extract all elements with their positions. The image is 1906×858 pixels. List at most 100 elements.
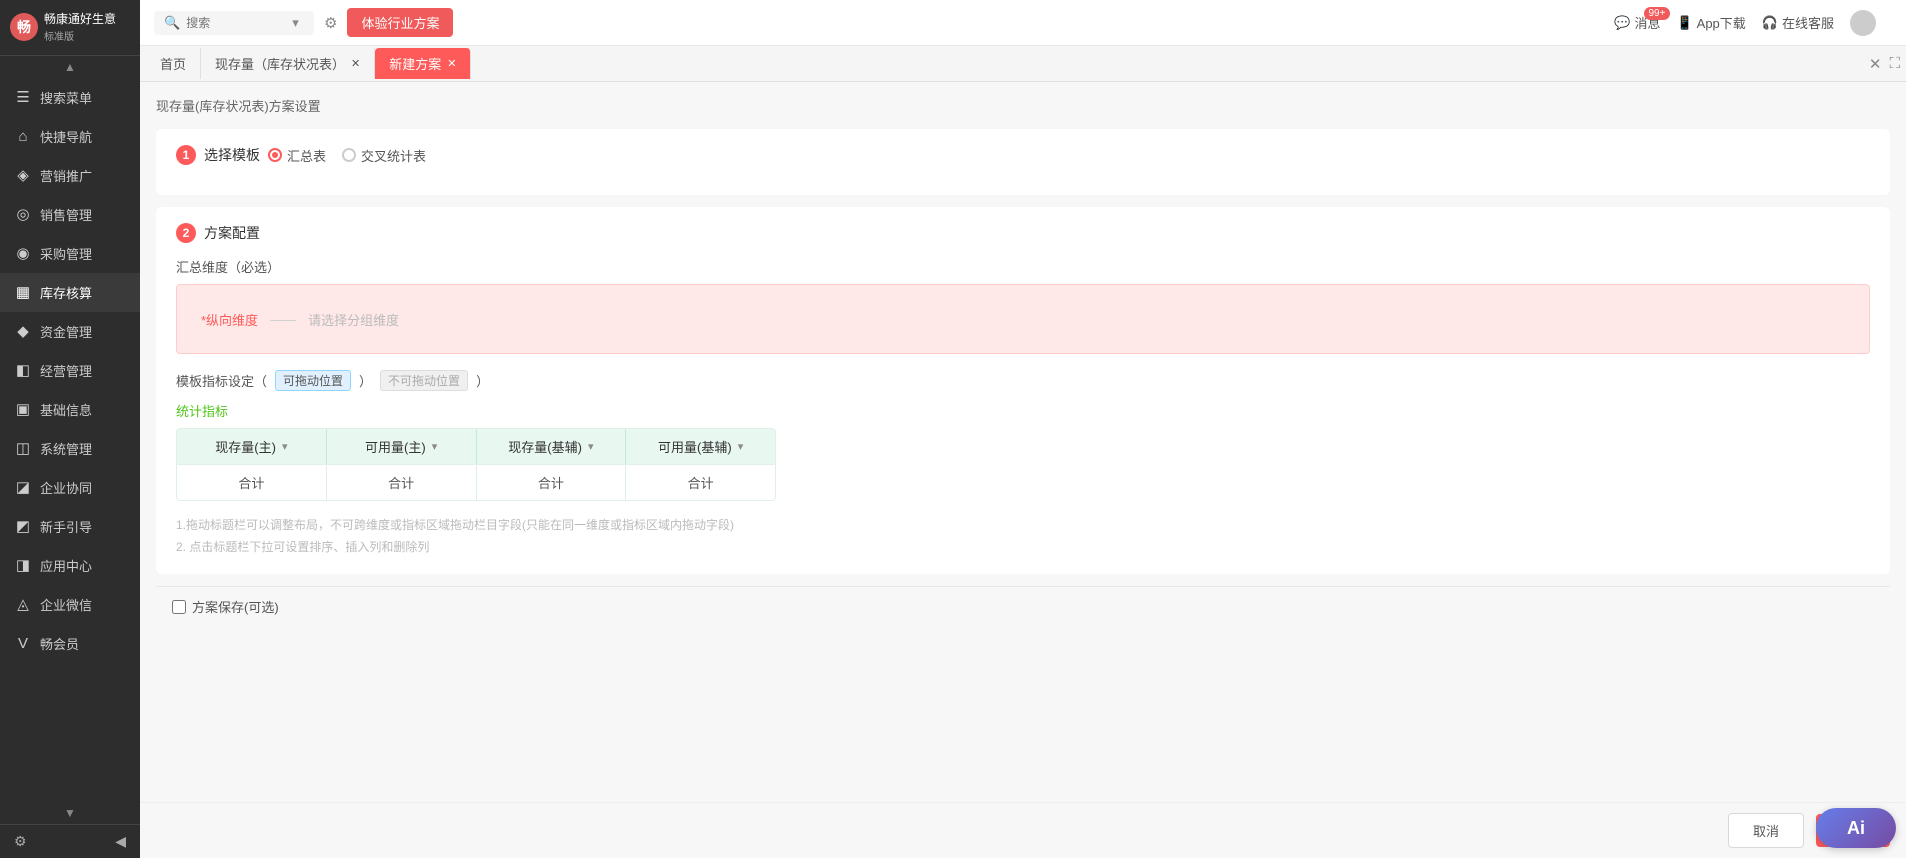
- save-option[interactable]: 方案保存(可选): [172, 597, 279, 616]
- management-icon: ◧: [14, 361, 32, 379]
- gear-icon[interactable]: ⚙: [324, 14, 337, 32]
- metrics-data-row: 合计 合计 合计 合计: [177, 464, 775, 500]
- online-service-btn[interactable]: 🎧 在线客服: [1762, 13, 1834, 32]
- trial-btn[interactable]: 体验行业方案: [347, 8, 453, 37]
- sidebar-item-enterprise[interactable]: ◪ 企业协同: [0, 468, 140, 507]
- section-step1: 1 选择模板 汇总表 交叉统计表: [156, 129, 1890, 195]
- sidebar-nav: ☰ 搜索菜单 ⌂ 快捷导航 ◈ 营销推广 ◎ 销售管理 ◉ 采购管理 ▦ 库存核…: [0, 78, 140, 802]
- sidebar-scroll-down[interactable]: ▼: [0, 802, 140, 824]
- search-input[interactable]: [186, 16, 286, 30]
- avatar[interactable]: [1850, 10, 1876, 36]
- dimension-placeholder: 请选择分组维度: [308, 310, 399, 329]
- phone-icon: 📱: [1676, 15, 1692, 31]
- guide-icon: ◩: [14, 517, 32, 535]
- col0-chevron[interactable]: ▾: [282, 440, 288, 453]
- sidebar-item-label: 库存核算: [40, 283, 92, 302]
- search-box[interactable]: 🔍 ▾: [154, 11, 314, 35]
- sidebar-item-member[interactable]: V 畅会员: [0, 624, 140, 663]
- metrics-table: 现存量(主) ▾ 可用量(主) ▾ 现存量(基辅) ▾ 可用量(基辅): [176, 428, 776, 501]
- tab-home[interactable]: 首页: [146, 48, 201, 79]
- sidebar-item-purchase[interactable]: ◉ 采购管理: [0, 234, 140, 273]
- inventory-icon: ▦: [14, 283, 32, 301]
- metrics-data-2: 合计: [477, 465, 627, 500]
- sidebar: 畅 畅康通好生意 标准版 ▲ ☰ 搜索菜单 ⌂ 快捷导航 ◈ 营销推广 ◎ 销售…: [0, 0, 140, 858]
- search-icon: 🔍: [164, 15, 180, 31]
- sidebar-item-system[interactable]: ◫ 系统管理: [0, 429, 140, 468]
- tab-new-scheme[interactable]: 新建方案 ✕: [375, 48, 471, 79]
- message-badge: 99+: [1644, 7, 1671, 20]
- sidebar-item-label: 企业微信: [40, 595, 92, 614]
- page-title: 现存量(库存状况表)方案设置: [156, 96, 1890, 115]
- tab-inventory-close[interactable]: ✕: [351, 57, 360, 70]
- tab-new-close[interactable]: ✕: [447, 57, 456, 70]
- metrics-setting-label: 模板指标设定（ 可拖动位置 ） 不可拖动位置 ）: [176, 370, 1870, 391]
- sidebar-item-label: 搜索菜单: [40, 88, 92, 107]
- sidebar-item-label: 新手引导: [40, 517, 92, 536]
- metrics-section: 模板指标设定（ 可拖动位置 ） 不可拖动位置 ） 统计指标 现存量(主) ▾ 可: [176, 370, 1870, 501]
- metrics-col-2[interactable]: 现存量(基辅) ▾: [477, 429, 627, 464]
- sidebar-item-label: 销售管理: [40, 205, 92, 224]
- sidebar-item-label: 企业协同: [40, 478, 92, 497]
- save-checkbox[interactable]: [172, 600, 186, 614]
- radio-summary[interactable]: 汇总表: [268, 146, 326, 165]
- cancel-button[interactable]: 取消: [1728, 813, 1804, 848]
- tab-inventory[interactable]: 现存量（库存状况表） ✕: [201, 48, 375, 79]
- search-dropdown-icon[interactable]: ▾: [292, 15, 299, 31]
- app-name: 畅康通好生意: [44, 12, 116, 28]
- col1-chevron[interactable]: ▾: [432, 440, 438, 453]
- sidebar-item-sales[interactable]: ◎ 销售管理: [0, 195, 140, 234]
- wechat-icon: ◬: [14, 595, 32, 613]
- radio-crosstab[interactable]: 交叉统计表: [342, 146, 426, 165]
- metrics-col-1[interactable]: 可用量(主) ▾: [327, 429, 477, 464]
- basic-info-icon: ▣: [14, 400, 32, 418]
- action-buttons: 取消 查询: [140, 802, 1906, 858]
- col3-chevron[interactable]: ▾: [738, 440, 744, 453]
- settings-icon[interactable]: ⚙: [14, 833, 27, 850]
- metrics-data-1: 合计: [327, 465, 477, 500]
- sidebar-item-quicknav[interactable]: ⌂ 快捷导航: [0, 117, 140, 156]
- metrics-col-0[interactable]: 现存量(主) ▾: [177, 429, 327, 464]
- sidebar-item-basic-info[interactable]: ▣ 基础信息: [0, 390, 140, 429]
- sidebar-item-finance[interactable]: ◆ 资金管理: [0, 312, 140, 351]
- close-window-icon[interactable]: ✕: [1869, 55, 1882, 73]
- footer-bar: 方案保存(可选): [156, 586, 1890, 626]
- sidebar-item-label: 资金管理: [40, 322, 92, 341]
- collapse-icon[interactable]: ◀: [115, 833, 126, 850]
- apps-icon: ◨: [14, 556, 32, 574]
- sidebar-item-apps[interactable]: ◨ 应用中心: [0, 546, 140, 585]
- sidebar-item-guide[interactable]: ◩ 新手引导: [0, 507, 140, 546]
- step1-header: 1 选择模板 汇总表 交叉统计表: [176, 145, 1870, 165]
- tip-1: 1.拖动标题栏可以调整布局，不可跨维度或指标区域拖动栏目字段(只能在同一维度或指…: [176, 515, 1870, 537]
- sidebar-item-management[interactable]: ◧ 经营管理: [0, 351, 140, 390]
- sidebar-item-marketing[interactable]: ◈ 营销推广: [0, 156, 140, 195]
- col2-chevron[interactable]: ▾: [588, 440, 594, 453]
- step2-title: 方案配置: [204, 223, 260, 243]
- sales-icon: ◎: [14, 205, 32, 223]
- dimension-area[interactable]: *纵向维度 —— 请选择分组维度: [176, 284, 1870, 354]
- expand-icon[interactable]: ⛶: [1889, 55, 1900, 72]
- metrics-col-3[interactable]: 可用量(基辅) ▾: [626, 429, 775, 464]
- draggable-badge: 可拖动位置: [275, 370, 351, 391]
- sidebar-footer: ⚙ ◀: [0, 824, 140, 858]
- stats-title: 统计指标: [176, 401, 1870, 420]
- sidebar-item-search[interactable]: ☰ 搜索菜单: [0, 78, 140, 117]
- main-area: 🔍 ▾ ⚙ 体验行业方案 💬 消息 99+ 📱 App下载 🎧 在线客服: [140, 0, 1906, 858]
- app-version: 标准版: [44, 28, 116, 43]
- sidebar-item-inventory[interactable]: ▦ 库存核算: [0, 273, 140, 312]
- sidebar-scroll-up[interactable]: ▲: [0, 56, 140, 78]
- app-download-btn[interactable]: 📱 App下载: [1676, 13, 1745, 32]
- ai-bubble[interactable]: Ai: [1816, 808, 1896, 848]
- messages-btn[interactable]: 💬 消息 99+: [1614, 13, 1660, 32]
- topbar: 🔍 ▾ ⚙ 体验行业方案 💬 消息 99+ 📱 App下载 🎧 在线客服: [140, 0, 1906, 46]
- radio-summary-circle: [268, 148, 282, 162]
- sidebar-item-label: 采购管理: [40, 244, 92, 263]
- dimension-dash: ——: [270, 312, 296, 327]
- sidebar-item-wechat[interactable]: ◬ 企业微信: [0, 585, 140, 624]
- sidebar-item-label: 系统管理: [40, 439, 92, 458]
- sidebar-item-label: 基础信息: [40, 400, 92, 419]
- step2-header: 2 方案配置: [176, 223, 1870, 243]
- purchase-icon: ◉: [14, 244, 32, 262]
- metrics-header-row: 现存量(主) ▾ 可用量(主) ▾ 现存量(基辅) ▾ 可用量(基辅): [177, 429, 775, 464]
- marketing-icon: ◈: [14, 166, 32, 184]
- sidebar-logo: 畅 畅康通好生意 标准版: [0, 0, 140, 56]
